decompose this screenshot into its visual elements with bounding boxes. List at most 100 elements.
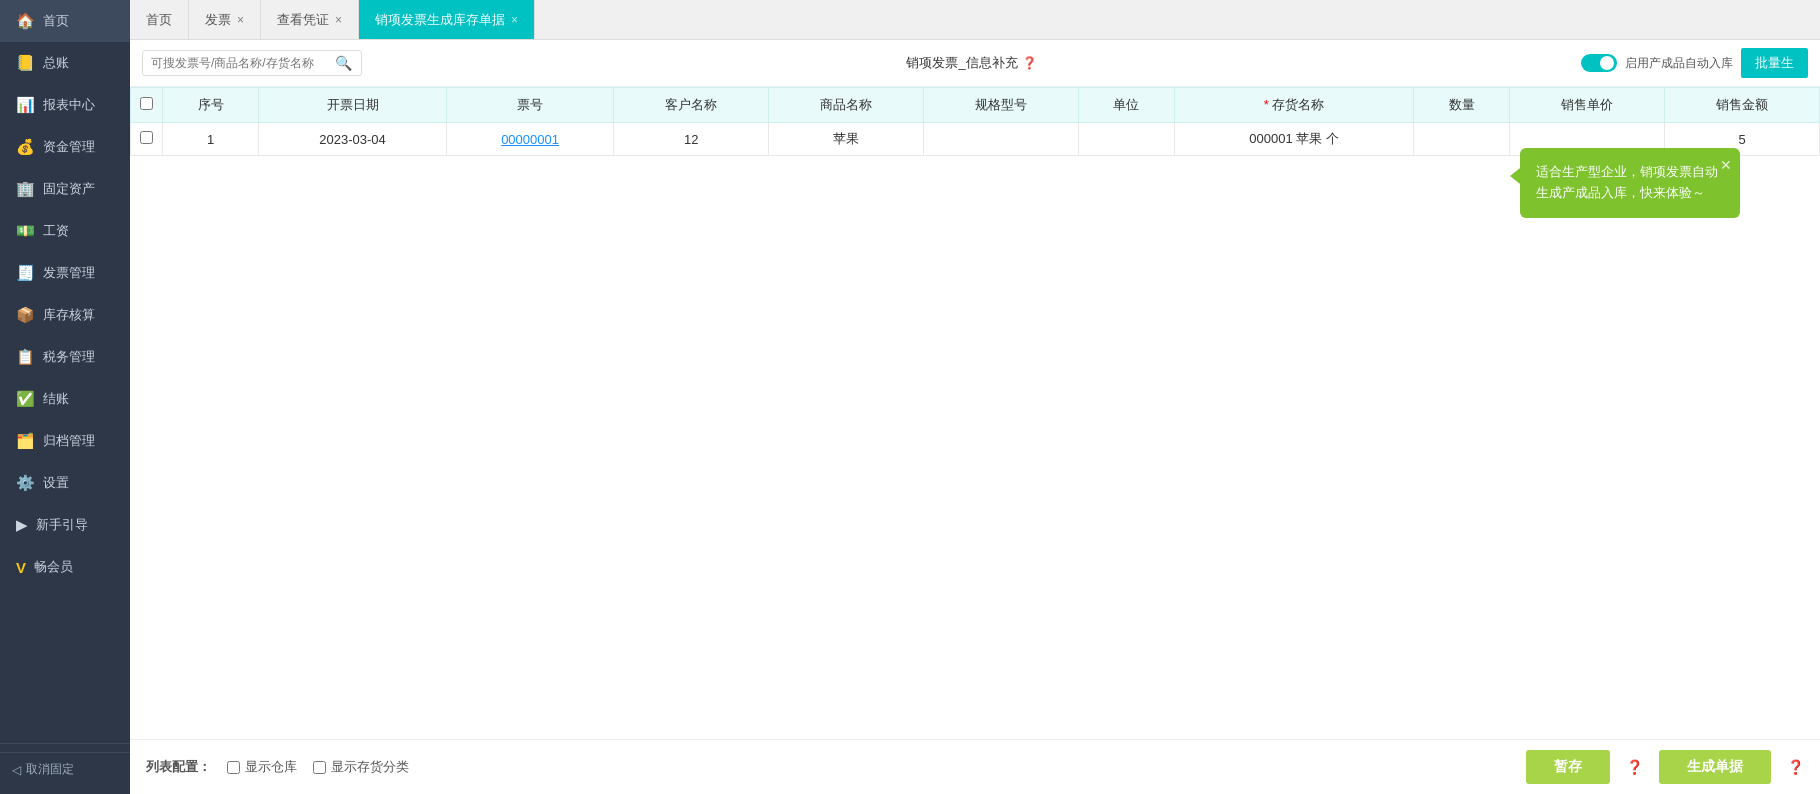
sidebar-label-reports: 报表中心	[43, 96, 95, 114]
sidebar-bottom: ◁ 取消固定	[0, 743, 130, 794]
toolbar-info: 销项发票_信息补充 ❓	[372, 54, 1571, 72]
col-header-unit: 单位	[1078, 88, 1174, 123]
unfix-icon: ◁	[12, 763, 21, 777]
row-ticket-no: 00000001	[446, 123, 614, 156]
unfix-label: 取消固定	[26, 761, 74, 778]
unfix-sidebar-button[interactable]: ◁ 取消固定	[0, 752, 130, 786]
generate-button[interactable]: 生成单据	[1659, 750, 1771, 784]
tab-sales-invoice-label: 销项发票生成库存单据	[375, 11, 505, 29]
bottom-bar: 列表配置： 显示仓库 显示存货分类 暂存 ❓ 生成单据 ❓	[130, 739, 1820, 794]
tab-invoice-label: 发票	[205, 11, 231, 29]
col-header-ticket-no: 票号	[446, 88, 614, 123]
batch-button[interactable]: 批量生	[1741, 48, 1808, 78]
tooltip-arrow	[1510, 168, 1520, 184]
tab-invoice[interactable]: 发票 ×	[189, 0, 261, 39]
auto-warehouse-toggle[interactable]	[1581, 54, 1617, 72]
sidebar-label-archive: 归档管理	[43, 432, 95, 450]
sidebar-item-settings[interactable]: ⚙️ 设置	[0, 462, 130, 504]
toolbar-right: 启用产成品自动入库 批量生	[1581, 48, 1808, 78]
search-box[interactable]: 🔍	[142, 50, 362, 76]
sidebar-item-assets[interactable]: 🏢 固定资产	[0, 168, 130, 210]
save-help-icon[interactable]: ❓	[1626, 759, 1643, 775]
show-category-checkbox[interactable]	[313, 761, 326, 774]
settings-icon: ⚙️	[16, 474, 35, 492]
tax-icon: 📋	[16, 348, 35, 366]
tab-sales-invoice-close[interactable]: ×	[511, 13, 518, 27]
row-goods-name: 苹果	[769, 123, 924, 156]
sidebar-item-home[interactable]: 🏠 首页	[0, 0, 130, 42]
sidebar-item-fund[interactable]: 💰 资金管理	[0, 126, 130, 168]
row-inventory: 000001 苹果 个	[1175, 123, 1414, 156]
sidebar-item-archive[interactable]: 🗂️ 归档管理	[0, 420, 130, 462]
row-seq: 1	[163, 123, 259, 156]
row-spec	[923, 123, 1078, 156]
sidebar-label-tutorial: 新手引导	[36, 516, 88, 534]
sidebar-item-vip[interactable]: V 畅会员	[0, 546, 130, 588]
show-warehouse-item: 显示仓库	[227, 758, 297, 776]
toolbar: 🔍 销项发票_信息补充 ❓ 启用产成品自动入库 批量生	[130, 40, 1820, 87]
sidebar-label-settings: 设置	[43, 474, 69, 492]
inventory-icon: 📦	[16, 306, 35, 324]
tutorial-icon: ▶	[16, 516, 28, 534]
col-header-spec: 规格型号	[923, 88, 1078, 123]
reports-icon: 📊	[16, 96, 35, 114]
sidebar: 🏠 首页 📒 总账 📊 报表中心 💰 资金管理 🏢 固定资产 💵 工资 🧾 发票…	[0, 0, 130, 794]
info-help-icon[interactable]: ❓	[1022, 56, 1037, 70]
sidebar-item-reports[interactable]: 📊 报表中心	[0, 84, 130, 126]
tab-sales-invoice[interactable]: 销项发票生成库存单据 ×	[359, 0, 535, 39]
archive-icon: 🗂️	[16, 432, 35, 450]
col-header-inventory: 存货名称	[1175, 88, 1414, 123]
row-unit	[1078, 123, 1174, 156]
sidebar-item-invoice-mgmt[interactable]: 🧾 发票管理	[0, 252, 130, 294]
tooltip-box: ✕ 适合生产型企业，销项发票自动生成产成品入库，快来体验～	[1520, 148, 1740, 218]
sidebar-label-assets: 固定资产	[43, 180, 95, 198]
sidebar-item-general-ledger[interactable]: 📒 总账	[0, 42, 130, 84]
tab-home[interactable]: 首页	[130, 0, 189, 39]
tooltip-text: 适合生产型企业，销项发票自动生成产成品入库，快来体验～	[1536, 164, 1718, 200]
col-header-date: 开票日期	[259, 88, 446, 123]
sidebar-label-ledger: 总账	[43, 54, 69, 72]
tabbar: 首页 发票 × 查看凭证 × 销项发票生成库存单据 ×	[130, 0, 1820, 40]
sidebar-label-inventory: 库存核算	[43, 306, 95, 324]
row-date: 2023-03-04	[259, 123, 446, 156]
sidebar-label-fund: 资金管理	[43, 138, 95, 156]
info-label: 销项发票_信息补充	[906, 54, 1017, 72]
invoice-mgmt-icon: 🧾	[16, 264, 35, 282]
save-button[interactable]: 暂存	[1526, 750, 1610, 784]
col-header-amount: 销售金额	[1665, 88, 1820, 123]
tab-voucher-close[interactable]: ×	[335, 13, 342, 27]
main-area: 首页 发票 × 查看凭证 × 销项发票生成库存单据 × 🔍 销项发票_信息补充	[130, 0, 1820, 794]
show-category-label: 显示存货分类	[331, 758, 409, 776]
vip-icon: V	[16, 559, 26, 576]
sidebar-label-checkout: 结账	[43, 390, 69, 408]
col-header-unit-price: 销售单价	[1510, 88, 1665, 123]
col-header-checkbox	[131, 88, 163, 123]
search-input[interactable]	[151, 56, 331, 70]
data-table: 序号 开票日期 票号 客户名称 商品名称 规格型号 单位 存货名称 数量 销售单…	[130, 87, 1820, 156]
home-icon: 🏠	[16, 12, 35, 30]
sidebar-item-tax[interactable]: 📋 税务管理	[0, 336, 130, 378]
generate-help-icon[interactable]: ❓	[1787, 759, 1804, 775]
checkout-icon: ✅	[16, 390, 35, 408]
row-checkbox-0[interactable]	[140, 131, 153, 144]
sidebar-item-inventory[interactable]: 📦 库存核算	[0, 294, 130, 336]
row-checkbox-cell	[131, 123, 163, 156]
sidebar-item-tutorial[interactable]: ▶ 新手引导	[0, 504, 130, 546]
tab-voucher[interactable]: 查看凭证 ×	[261, 0, 359, 39]
fund-icon: 💰	[16, 138, 35, 156]
show-warehouse-checkbox[interactable]	[227, 761, 240, 774]
tab-voucher-label: 查看凭证	[277, 11, 329, 29]
sidebar-label-invoice-mgmt: 发票管理	[43, 264, 95, 282]
tooltip-wrap: ✕ 适合生产型企业，销项发票自动生成产成品入库，快来体验～	[1520, 148, 1740, 218]
sidebar-item-salary[interactable]: 💵 工资	[0, 210, 130, 252]
tab-invoice-close[interactable]: ×	[237, 13, 244, 27]
select-all-checkbox[interactable]	[140, 97, 153, 110]
sidebar-label-tax: 税务管理	[43, 348, 95, 366]
tooltip-close-button[interactable]: ✕	[1720, 154, 1732, 176]
show-warehouse-label: 显示仓库	[245, 758, 297, 776]
sidebar-label-home: 首页	[43, 12, 69, 30]
sidebar-label-salary: 工资	[43, 222, 69, 240]
toggle-label: 启用产成品自动入库	[1625, 55, 1733, 72]
col-header-goods-name: 商品名称	[769, 88, 924, 123]
sidebar-item-checkout[interactable]: ✅ 结账	[0, 378, 130, 420]
